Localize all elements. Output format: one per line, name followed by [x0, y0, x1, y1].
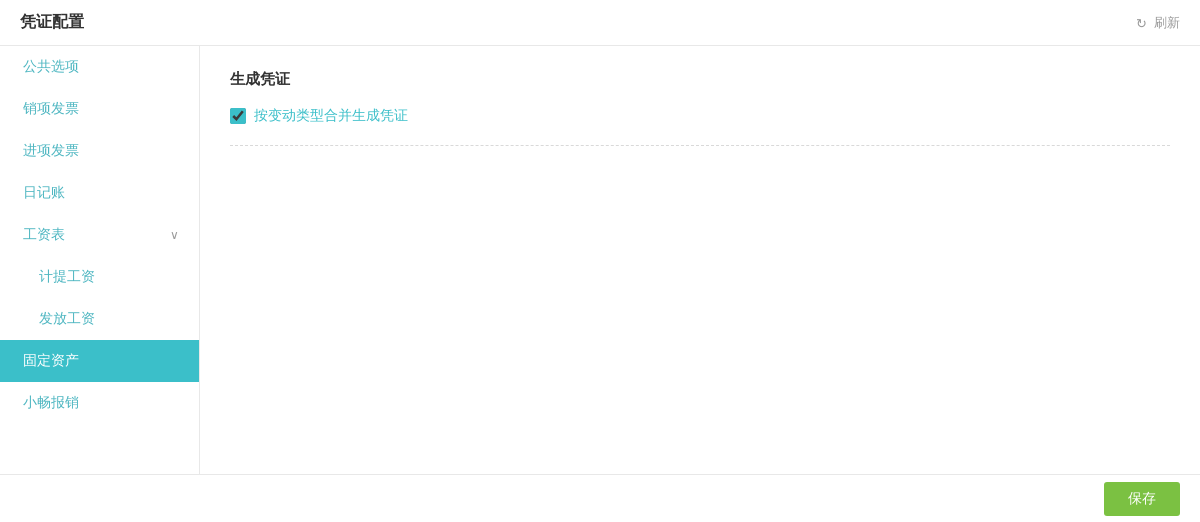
sidebar-item-label: 固定资产: [23, 352, 79, 370]
refresh-icon: ↻: [1136, 16, 1150, 30]
sidebar-item-sales-invoice[interactable]: 销项发票: [0, 88, 199, 130]
section-title: 生成凭证: [230, 70, 1170, 89]
sidebar-item-label: 工资表: [23, 226, 65, 244]
sidebar-item-journal[interactable]: 日记账: [0, 172, 199, 214]
sidebar-item-label: 计提工资: [39, 268, 95, 286]
footer: 保存: [0, 474, 1200, 522]
sidebar-item-label: 公共选项: [23, 58, 79, 76]
section-divider: [230, 145, 1170, 146]
sidebar-item-expense-report[interactable]: 小畅报销: [0, 382, 199, 424]
sidebar-item-public-options[interactable]: 公共选项: [0, 46, 199, 88]
sidebar: 公共选项销项发票进项发票日记账工资表 ∨ 计提工资发放工资固定资产小畅报销: [0, 46, 200, 474]
sidebar-item-purchase-invoice[interactable]: 进项发票: [0, 130, 199, 172]
page-title: 凭证配置: [20, 12, 84, 33]
sidebar-item-label: 销项发票: [23, 100, 79, 118]
chevron-down-icon: ∨: [170, 228, 179, 242]
sidebar-item-accrual-salary[interactable]: 计提工资: [0, 256, 199, 298]
main-content: 生成凭证 按变动类型合并生成凭证: [200, 46, 1200, 474]
merge-by-type-checkbox[interactable]: [230, 108, 246, 124]
sidebar-item-label: 小畅报销: [23, 394, 79, 412]
sidebar-item-label: 日记账: [23, 184, 65, 202]
sidebar-item-fixed-assets[interactable]: 固定资产: [0, 340, 199, 382]
sidebar-item-payroll[interactable]: 工资表 ∨: [0, 214, 199, 256]
merge-by-type-label[interactable]: 按变动类型合并生成凭证: [254, 107, 408, 125]
main-layout: 公共选项销项发票进项发票日记账工资表 ∨ 计提工资发放工资固定资产小畅报销 生成凭证…: [0, 46, 1200, 474]
refresh-button[interactable]: ↻ 刷新: [1136, 14, 1180, 32]
sidebar-item-pay-salary[interactable]: 发放工资: [0, 298, 199, 340]
checkbox-row: 按变动类型合并生成凭证: [230, 107, 1170, 125]
save-button[interactable]: 保存: [1104, 482, 1180, 516]
sidebar-item-label: 进项发票: [23, 142, 79, 160]
sidebar-item-label: 发放工资: [39, 310, 95, 328]
header: 凭证配置 ↻ 刷新: [0, 0, 1200, 46]
refresh-label: 刷新: [1154, 14, 1180, 32]
